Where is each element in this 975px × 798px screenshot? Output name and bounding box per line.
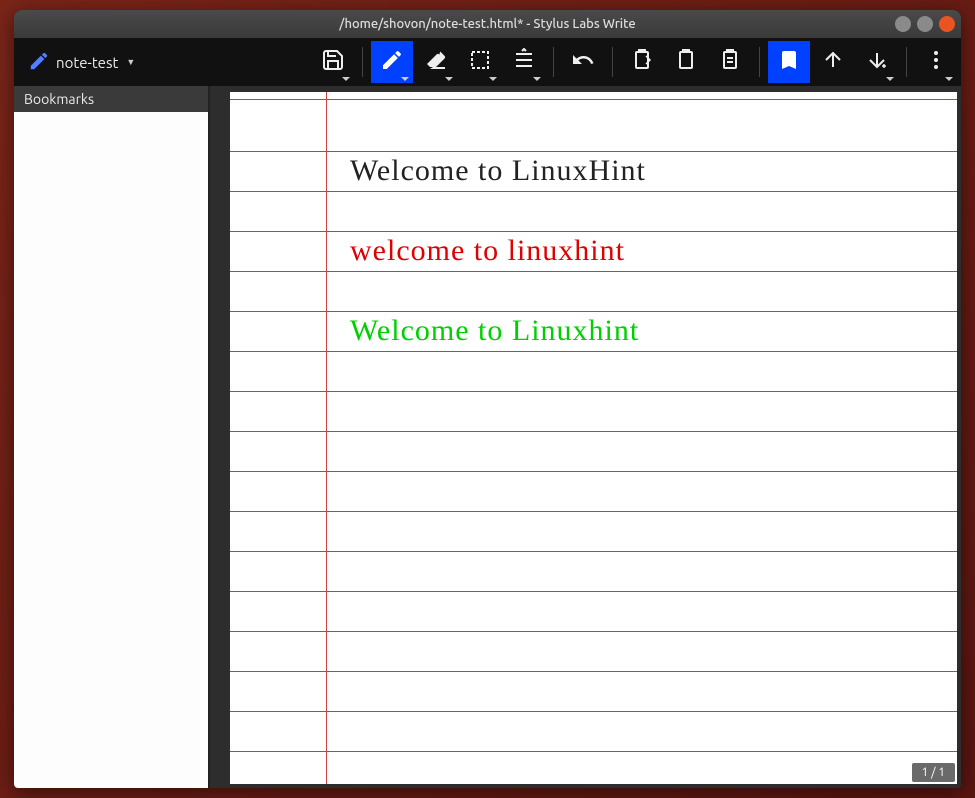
window-controls — [895, 16, 955, 32]
paste-button[interactable] — [709, 41, 751, 83]
handwritten-line-1: Welcome to LinuxHint — [350, 154, 646, 188]
kebab-menu-icon — [924, 48, 948, 76]
document-tab[interactable]: note-test ▼ — [18, 46, 145, 79]
pencil-icon — [28, 50, 50, 75]
minimize-button[interactable] — [895, 16, 911, 32]
pen-tool-button[interactable] — [371, 41, 413, 83]
toolbar-buttons — [312, 41, 957, 83]
prev-page-button[interactable] — [812, 41, 854, 83]
eraser-icon — [424, 48, 448, 76]
undo-icon — [571, 48, 595, 76]
chevron-down-icon — [445, 77, 453, 81]
bookmark-icon — [777, 48, 801, 76]
handwritten-line-3: Welcome to Linuxhint — [350, 314, 639, 348]
canvas-wrap: Welcome to LinuxHint welcome to linuxhin… — [210, 86, 961, 788]
clipboard-paste-icon — [718, 48, 742, 76]
separator — [553, 47, 554, 77]
clipboard-cut-icon — [630, 48, 654, 76]
sidebar-header: Bookmarks — [14, 86, 208, 112]
toolbar: note-test ▼ — [14, 38, 961, 86]
document-tab-label: note-test — [56, 54, 118, 71]
undo-button[interactable] — [562, 41, 604, 83]
chevron-down-icon — [533, 77, 541, 81]
bookmarks-list[interactable] — [14, 112, 208, 788]
margin-line — [326, 92, 327, 784]
pen-icon — [380, 48, 404, 76]
insert-space-button[interactable] — [503, 41, 545, 83]
insert-space-icon — [512, 48, 536, 76]
separator — [759, 47, 760, 77]
chevron-down-icon — [489, 77, 497, 81]
handwritten-line-2: welcome to linuxhint — [350, 234, 625, 268]
chevron-down-icon — [401, 77, 409, 81]
chevron-down-icon: ▼ — [126, 57, 135, 67]
ruled-lines — [230, 92, 957, 784]
page-indicator[interactable]: 1 / 1 — [912, 763, 955, 782]
close-button[interactable] — [939, 16, 955, 32]
app-window: /home/shovon/note-test.html* - Stylus La… — [14, 10, 961, 788]
body-area: Bookmarks Welcome to LinuxHint welcome t… — [14, 86, 961, 788]
drawing-canvas[interactable]: Welcome to LinuxHint welcome to linuxhin… — [230, 92, 957, 784]
select-icon — [468, 48, 492, 76]
titlebar[interactable]: /home/shovon/note-test.html* - Stylus La… — [14, 10, 961, 38]
eraser-tool-button[interactable] — [415, 41, 457, 83]
arrow-down-plus-icon — [865, 48, 889, 76]
separator — [362, 47, 363, 77]
separator — [906, 47, 907, 77]
separator — [612, 47, 613, 77]
chevron-down-icon — [886, 77, 894, 81]
window-title: /home/shovon/note-test.html* - Stylus La… — [339, 17, 635, 31]
cut-button[interactable] — [621, 41, 663, 83]
chevron-down-icon — [342, 77, 350, 81]
maximize-button[interactable] — [917, 16, 933, 32]
chevron-down-icon — [945, 77, 953, 81]
arrow-up-icon — [821, 48, 845, 76]
bookmarks-sidebar: Bookmarks — [14, 86, 210, 788]
next-page-button[interactable] — [856, 41, 898, 83]
save-icon — [321, 48, 345, 76]
save-button[interactable] — [312, 41, 354, 83]
copy-button[interactable] — [665, 41, 707, 83]
bookmark-button[interactable] — [768, 41, 810, 83]
overflow-menu-button[interactable] — [915, 41, 957, 83]
select-tool-button[interactable] — [459, 41, 501, 83]
clipboard-copy-icon — [674, 48, 698, 76]
